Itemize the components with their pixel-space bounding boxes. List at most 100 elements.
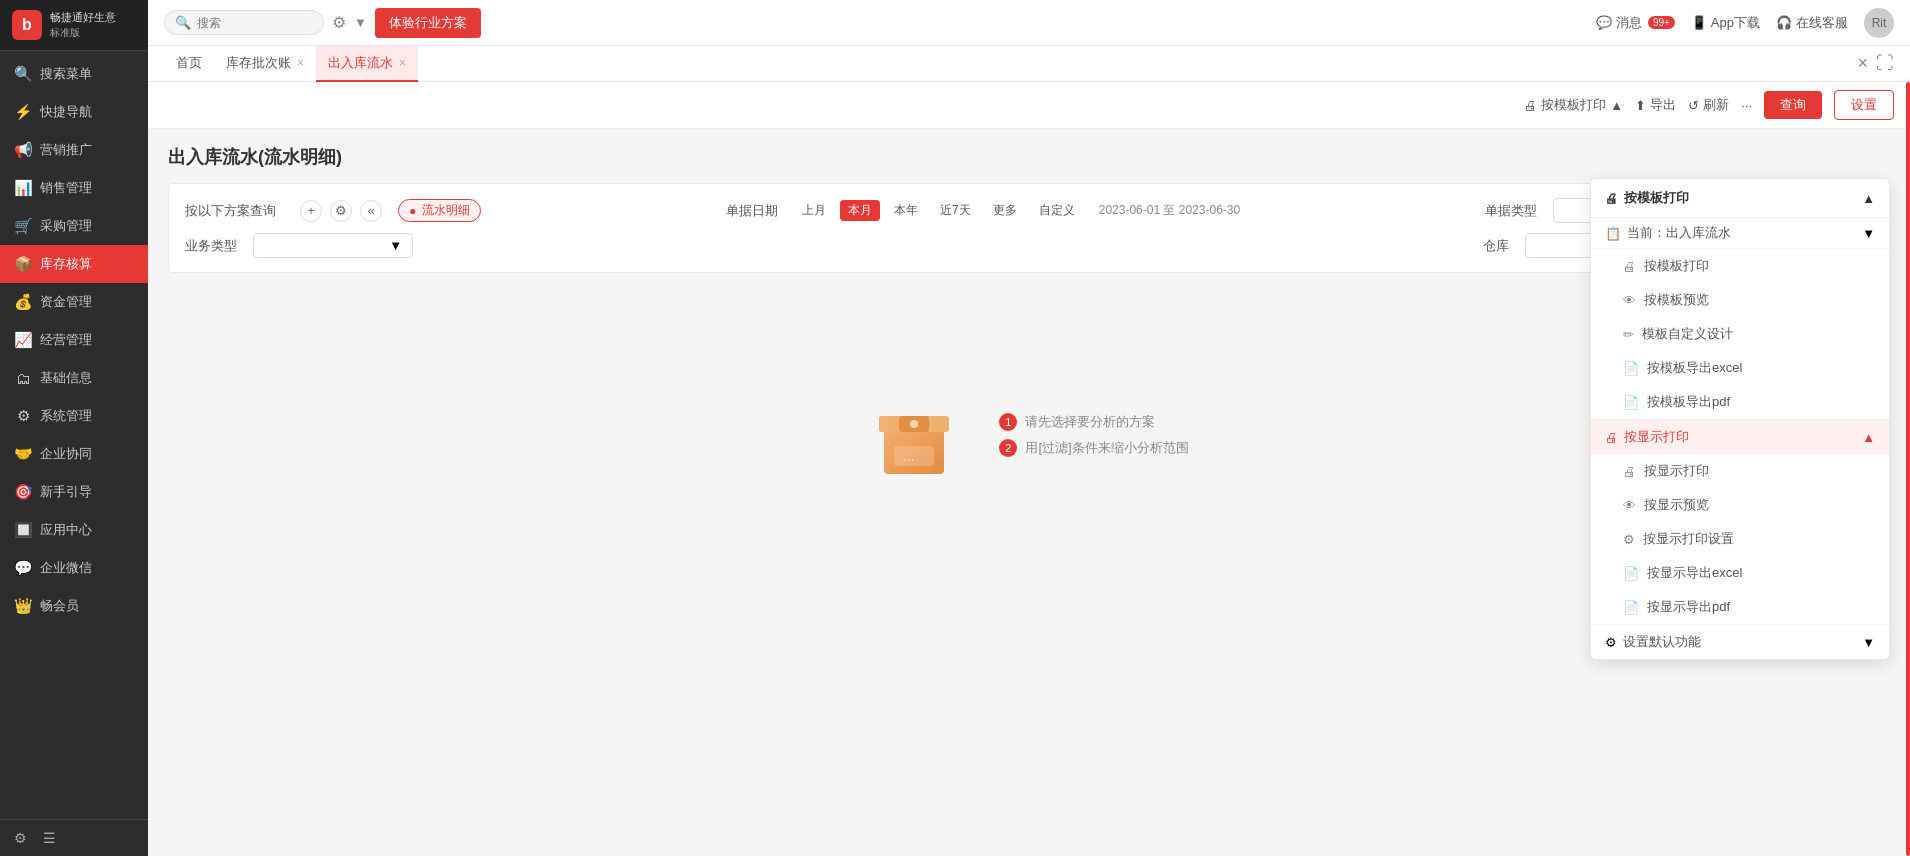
topbar-search-box[interactable]: 🔍 [164, 10, 324, 35]
biz-type-label: 业务类型 [185, 237, 237, 255]
more-options-btn[interactable]: ··· [1741, 98, 1752, 113]
display-item-3[interactable]: 📄按显示导出excel [1591, 556, 1889, 590]
refresh-icon: ↺ [1688, 98, 1699, 113]
template-label-4: 按模板导出pdf [1647, 393, 1730, 411]
template-item-1[interactable]: 👁按模板预览 [1591, 283, 1889, 317]
refresh-label: 刷新 [1703, 96, 1729, 114]
topbar-dropdown-icon[interactable]: ▼ [354, 15, 367, 30]
export-label: 导出 [1650, 96, 1676, 114]
sidebar-item-appstore[interactable]: 🔲应用中心 [0, 511, 148, 549]
display-section-icon: 🖨 [1605, 430, 1618, 445]
filter-add-btn[interactable]: + [300, 200, 322, 222]
dropdown-collapse-icon[interactable]: ▲ [1862, 191, 1875, 206]
display-icon-0: 🖨 [1623, 464, 1636, 479]
display-item-1[interactable]: 👁按显示预览 [1591, 488, 1889, 522]
template-item-2[interactable]: ✏模板自定义设计 [1591, 317, 1889, 351]
sidebar-item-base[interactable]: 🗂 基础信息 [0, 359, 148, 397]
sidebar-item-purchase[interactable]: 🛒采购管理 [0, 207, 148, 245]
template-item-4[interactable]: 📄 按模板导出pdf [1591, 385, 1889, 419]
sidebar-item-wechat[interactable]: 💬企业微信 [0, 549, 148, 587]
sidebar-item-guide[interactable]: 🎯新手引导 [0, 473, 148, 511]
sidebar-logo: b 畅捷通好生意 标准版 [0, 0, 148, 51]
app-download-item[interactable]: 📱 App下载 [1691, 14, 1760, 32]
dropdown-header: 🖨 按模板打印 ▲ [1591, 179, 1889, 218]
sidebar-icon-vip: 👑 [14, 597, 32, 615]
default-func-row[interactable]: ⚙ 设置默认功能 ▼ [1591, 625, 1889, 659]
content-area: 🖨 按模板打印 ▲ ⬆ 导出 ↺ 刷新 ··· 查询 设置 出入库流水(流水明细… [148, 82, 1910, 856]
date-option-0[interactable]: 上月 [794, 200, 834, 221]
display-section-header[interactable]: 🖨 按显示打印 ▲ [1591, 420, 1889, 454]
sidebar-label-base: 基础信息 [40, 369, 92, 387]
template-icon-0: 🖨 [1623, 259, 1636, 274]
message-badge: 99+ [1648, 16, 1675, 29]
tab-home[interactable]: 首页 [164, 46, 214, 82]
display-icon-1: 👁 [1623, 498, 1636, 513]
tab-batch[interactable]: 库存批次账× [214, 46, 316, 82]
filter-settings-btn[interactable]: ⚙ [330, 200, 352, 222]
date-option-1[interactable]: 本月 [840, 200, 880, 221]
template-icon-4: 📄 [1623, 395, 1639, 410]
sidebar-item-vip[interactable]: 👑畅会员 [0, 587, 148, 625]
close-panel-btn[interactable]: × [1857, 53, 1868, 74]
user-avatar[interactable]: Rit [1864, 8, 1894, 38]
empty-illustration: ... [869, 394, 959, 484]
date-option-4[interactable]: 更多 [985, 200, 1025, 221]
filter-label: 按以下方案查询 [185, 202, 276, 220]
date-option-3[interactable]: 近7天 [932, 200, 979, 221]
date-option-2[interactable]: 本年 [886, 200, 926, 221]
tabs-actions: × ⛶ [1857, 53, 1894, 74]
print-btn[interactable]: 🖨 按模板打印 ▲ [1524, 96, 1623, 114]
display-icon-3: 📄 [1623, 566, 1639, 581]
tab-label-flow: 出入库流水 [328, 54, 393, 72]
sidebar-item-search[interactable]: 🔍搜索菜单 [0, 55, 148, 93]
sidebar-item-inventory[interactable]: 📦库存核算 [0, 245, 148, 283]
message-item[interactable]: 💬 消息 99+ [1596, 14, 1675, 32]
sidebar-item-operations[interactable]: 📈经营管理 [0, 321, 148, 359]
display-label-2: 按显示打印设置 [1643, 530, 1734, 548]
printer-icon: 🖨 [1524, 98, 1537, 113]
refresh-btn[interactable]: ↺ 刷新 [1688, 96, 1729, 114]
sidebar-item-corp[interactable]: 🤝企业协同 [0, 435, 148, 473]
display-item-0[interactable]: 🖨按显示打印 [1591, 454, 1889, 488]
app-name-block: 畅捷通好生意 标准版 [50, 10, 116, 39]
current-chevron: ▼ [1862, 226, 1875, 241]
query-btn[interactable]: 查询 [1764, 91, 1822, 119]
sidebar-label-purchase: 采购管理 [40, 217, 92, 235]
sidebar-icon-base: 🗂 [14, 370, 32, 387]
sidebar-icon-finance: 💰 [14, 293, 32, 311]
search-icon: 🔍 [175, 15, 191, 30]
step-1-text: 请先选择要分析的方案 [1025, 413, 1155, 431]
date-option-5[interactable]: 自定义 [1031, 200, 1083, 221]
settings-btn[interactable]: 设置 [1834, 90, 1894, 120]
display-item-2[interactable]: ⚙按显示打印设置 [1591, 522, 1889, 556]
print-header-icon: 🖨 [1605, 191, 1618, 206]
sidebar-footer: ⚙ ☰ [0, 819, 148, 856]
template-item-3[interactable]: 📄按模板导出excel [1591, 351, 1889, 385]
sidebar-item-sales[interactable]: 📊销售管理 [0, 169, 148, 207]
filter-collapse-btn[interactable]: « [360, 200, 382, 222]
display-section-label: 按显示打印 [1624, 428, 1689, 446]
sidebar-item-marketing[interactable]: 📢营销推广 [0, 131, 148, 169]
sidebar-item-finance[interactable]: 💰资金管理 [0, 283, 148, 321]
industry-btn[interactable]: 体验行业方案 [375, 8, 481, 38]
sidebar-item-system[interactable]: ⚙系统管理 [0, 397, 148, 435]
tab-close-flow[interactable]: × [399, 56, 406, 70]
default-func-label: 设置默认功能 [1623, 633, 1701, 651]
export-btn[interactable]: ⬆ 导出 [1635, 96, 1676, 114]
tabs-bar: 首页库存批次账× 出入库流水 × × ⛶ [148, 46, 1910, 82]
sidebar-menu-icon[interactable]: ☰ [43, 830, 56, 846]
fullscreen-btn[interactable]: ⛶ [1876, 53, 1894, 74]
template-item-0[interactable]: 🖨按模板打印 [1591, 249, 1889, 283]
topbar-settings-icon[interactable]: ⚙ [332, 13, 346, 32]
tab-flow[interactable]: 出入库流水 × [316, 46, 418, 82]
sidebar-icon-system: ⚙ [14, 407, 32, 425]
display-item-4[interactable]: 📄按显示导出pdf [1591, 590, 1889, 624]
date-label: 单据日期 [726, 202, 778, 220]
sidebar: b 畅捷通好生意 标准版 🔍搜索菜单⚡快捷导航📢营销推广📊销售管理🛒采购管理📦库… [0, 0, 148, 856]
tab-close-batch[interactable]: × [297, 56, 304, 70]
biz-type-select[interactable]: ▼ [253, 233, 413, 258]
sidebar-item-quicknav[interactable]: ⚡快捷导航 [0, 93, 148, 131]
search-input[interactable] [197, 16, 297, 30]
sidebar-settings-icon[interactable]: ⚙ [14, 830, 27, 846]
online-service-item[interactable]: 🎧 在线客服 [1776, 14, 1848, 32]
